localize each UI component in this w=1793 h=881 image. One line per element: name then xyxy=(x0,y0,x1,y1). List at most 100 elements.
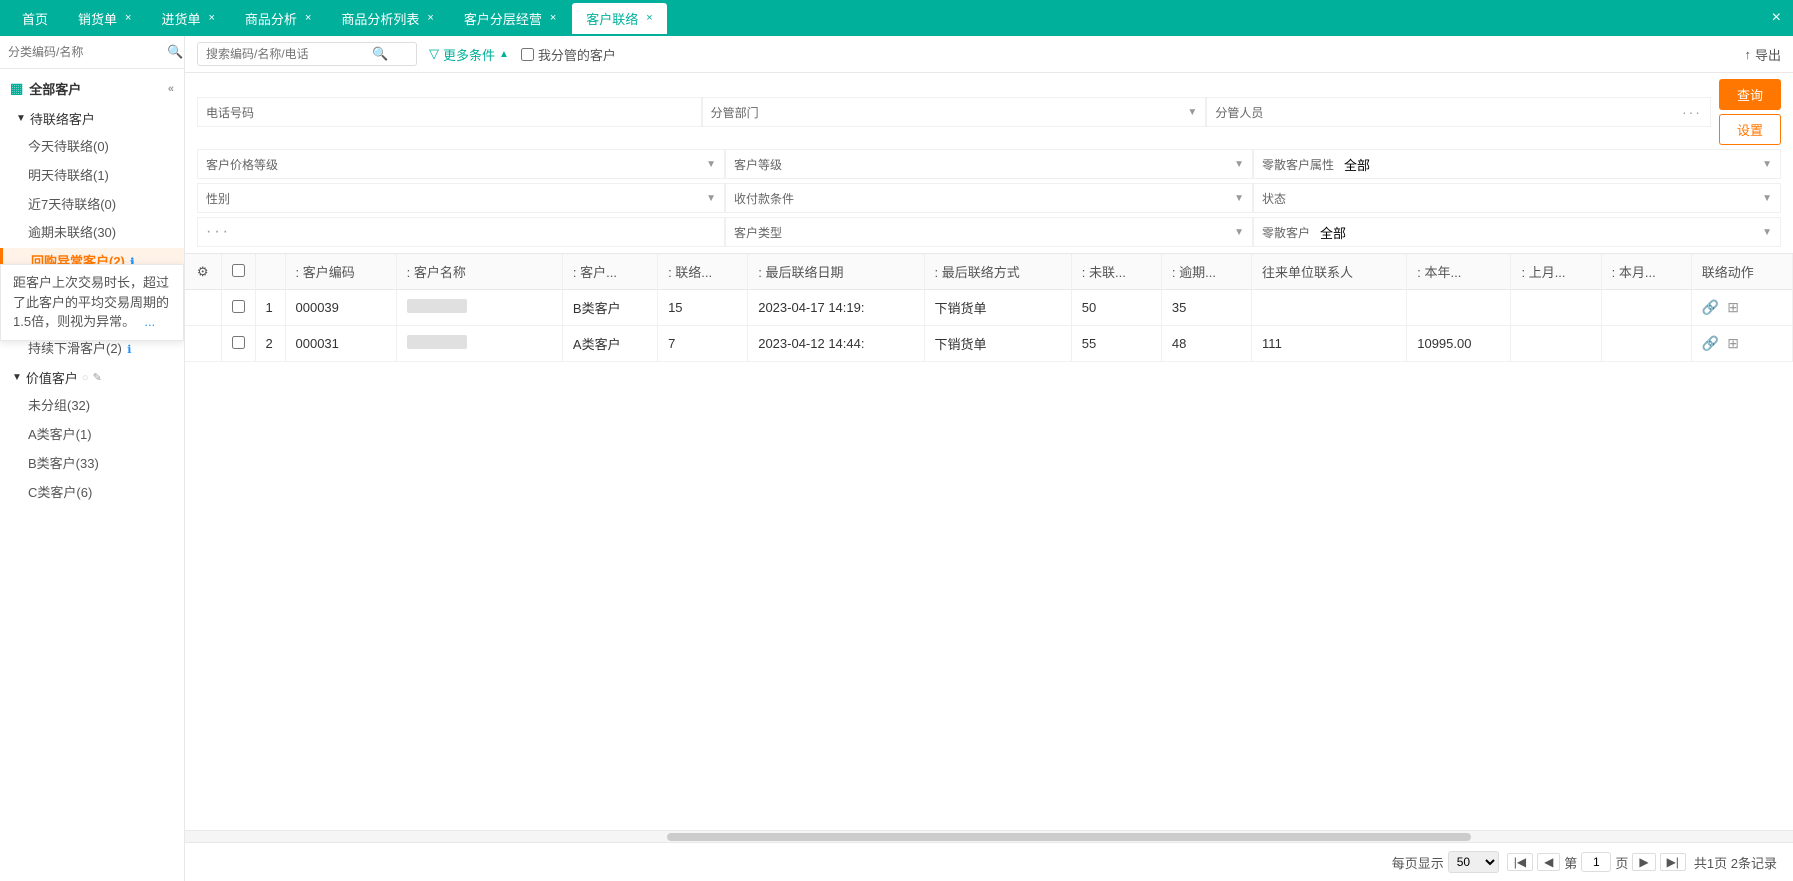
close-customer-segment-tab[interactable]: × xyxy=(550,12,556,24)
all-customers-title[interactable]: ▦ 全部客户 « xyxy=(0,73,184,104)
close-analysis-list-tab[interactable]: × xyxy=(427,12,433,24)
customer-table: ⚙ : 客户编码 : 客户名称 : 客户... xyxy=(185,254,1793,362)
filter-price-level[interactable]: 客户价格等级 ▼ xyxy=(197,149,725,179)
col-settings[interactable]: ⚙ xyxy=(185,254,221,290)
row1-checkbox xyxy=(221,290,255,326)
row2-last-method[interactable]: 下销货单 xyxy=(924,326,1071,362)
close-analysis-tab[interactable]: × xyxy=(305,12,311,24)
col-contacts-from-unit[interactable]: 往来单位联系人 xyxy=(1252,254,1407,290)
row1-last-month xyxy=(1511,290,1601,326)
main-search-icon[interactable]: 🔍 xyxy=(372,46,388,62)
tab-analysis[interactable]: 商品分析 × xyxy=(231,3,325,34)
filter-payment[interactable]: 收付款条件 ▼ xyxy=(725,183,1253,213)
row1-num: 1 xyxy=(255,290,285,326)
col-customer-code[interactable]: : 客户编码 xyxy=(285,254,396,290)
row1-this-year xyxy=(1407,290,1511,326)
row2-type: A类客户 xyxy=(562,326,657,362)
price-level-dropdown-icon: ▼ xyxy=(706,159,716,170)
col-contact[interactable]: : 联络... xyxy=(658,254,748,290)
close-customer-contact-tab[interactable]: × xyxy=(646,12,652,24)
col-this-month[interactable]: : 本月... xyxy=(1601,254,1691,290)
sidebar-item-overdue[interactable]: 逾期未联络(30) xyxy=(0,219,184,248)
row1-link-icon[interactable]: 🔗 xyxy=(1702,299,1719,316)
sidebar-item-7days[interactable]: 近7天待联络(0) xyxy=(0,191,184,220)
arrow-down-icon: ▼ xyxy=(16,113,26,124)
filter-gender[interactable]: 性别 ▼ xyxy=(197,183,725,213)
row2-check[interactable] xyxy=(232,336,245,349)
filter-retail-attr[interactable]: 零散客户属性 全部 ▼ xyxy=(1253,149,1781,179)
tab-customer-contact[interactable]: 客户联络 × xyxy=(572,3,666,34)
scrollbar-thumb[interactable] xyxy=(667,833,1471,841)
my-customers-checkbox[interactable]: 我分管的客户 xyxy=(521,45,616,64)
next-page-button[interactable]: ▶ xyxy=(1632,853,1655,871)
row1-code[interactable]: 000039 xyxy=(285,290,396,326)
row2-action-icons: 🔗 ⊞ xyxy=(1702,335,1782,352)
first-page-button[interactable]: |◀ xyxy=(1507,853,1533,871)
row2-link-icon[interactable]: 🔗 xyxy=(1702,335,1719,352)
table-settings-icon[interactable]: ⚙ xyxy=(197,264,209,279)
row2-code[interactable]: 000031 xyxy=(285,326,396,362)
col-overdue[interactable]: : 逾期... xyxy=(1161,254,1251,290)
page-input[interactable] xyxy=(1581,852,1611,872)
export-button[interactable]: ↑ 导出 xyxy=(1744,45,1781,64)
more-conditions-button[interactable]: ▽ 更多条件 ▲ xyxy=(429,45,509,64)
manager-ellipsis[interactable]: ··· xyxy=(1682,104,1702,120)
col-uncontacted[interactable]: : 未联... xyxy=(1071,254,1161,290)
row1-last-method[interactable]: 下销货单 xyxy=(924,290,1071,326)
row1-check[interactable] xyxy=(232,300,245,313)
col-last-contact-date[interactable]: : 最后联络日期 xyxy=(748,254,924,290)
filter-bar: 🔍 ▽ 更多条件 ▲ 我分管的客户 ↑ 导出 xyxy=(185,36,1793,73)
sidebar-item-a-class[interactable]: A类客户(1) xyxy=(0,421,184,450)
pending-contact-group[interactable]: ▼ 待联络客户 xyxy=(0,104,184,133)
col-customer-type[interactable]: : 客户... xyxy=(562,254,657,290)
row2-checkbox xyxy=(221,326,255,362)
tab-purchase[interactable]: 进货单 × xyxy=(147,3,228,34)
per-page-select[interactable]: 50 100 200 xyxy=(1448,851,1499,873)
filter-status[interactable]: 状态 ▼ xyxy=(1253,183,1781,213)
row1-grid-icon[interactable]: ⊞ xyxy=(1727,299,1739,316)
sidebar-item-today[interactable]: 今天待联络(0) xyxy=(0,133,184,162)
select-all-checkbox[interactable] xyxy=(232,264,245,277)
close-purchase-tab[interactable]: × xyxy=(208,12,214,24)
value-edit-icon[interactable]: ✎ xyxy=(93,371,102,384)
row2-last-date: 2023-04-12 14:44: xyxy=(748,326,924,362)
prev-page-button[interactable]: ◀ xyxy=(1537,853,1560,871)
per-page-control: 每页显示 50 100 200 xyxy=(1392,851,1499,873)
col-customer-name[interactable]: : 客户名称 xyxy=(396,254,562,290)
continue-down-info-icon[interactable]: ℹ xyxy=(127,344,131,356)
my-customers-check[interactable] xyxy=(521,48,534,61)
tab-customer-segment[interactable]: 客户分层经营 × xyxy=(450,3,570,34)
sidebar-item-b-class[interactable]: B类客户(33) xyxy=(0,450,184,479)
sidebar-item-c-class[interactable]: C类客户(6) xyxy=(0,479,184,508)
tooltip-more-icon[interactable]: ... xyxy=(144,314,155,329)
col-last-month[interactable]: : 上月... xyxy=(1511,254,1601,290)
settings-button[interactable]: 设置 xyxy=(1719,114,1781,145)
filter-retail-customer[interactable]: 零散客户 全部 ▼ xyxy=(1253,217,1781,247)
tab-sales[interactable]: 销货单 × xyxy=(64,3,145,34)
filter-customer-level[interactable]: 客户等级 ▼ xyxy=(725,149,1253,179)
sidebar-search-input[interactable] xyxy=(8,45,163,59)
top-navigation: 首页 销货单 × 进货单 × 商品分析 × 商品分析列表 × 客户分层经营 × … xyxy=(0,0,1793,36)
horizontal-scrollbar[interactable] xyxy=(185,830,1793,842)
tab-analysis-list[interactable]: 商品分析列表 × xyxy=(327,3,447,34)
query-button[interactable]: 查询 xyxy=(1719,79,1781,110)
sidebar-item-ungroup[interactable]: 未分组(32) xyxy=(0,392,184,421)
tab-home[interactable]: 首页 xyxy=(8,3,62,34)
close-all-button[interactable]: × xyxy=(1772,9,1781,27)
sidebar-search-icon[interactable]: 🔍 xyxy=(167,44,183,60)
last-page-button[interactable]: ▶| xyxy=(1660,853,1686,871)
value-customers-group[interactable]: ▼ 价值客户 ○ ✎ xyxy=(0,363,184,392)
main-search-input[interactable] xyxy=(206,47,366,61)
row2-grid-icon[interactable]: ⊞ xyxy=(1727,335,1739,352)
sidebar-search-box: 🔍 xyxy=(0,36,184,69)
total-records: 共1页 2条记录 xyxy=(1694,853,1777,872)
col-last-contact-method[interactable]: : 最后联络方式 xyxy=(924,254,1071,290)
row2-overdue: 48 xyxy=(1161,326,1251,362)
col-this-year[interactable]: : 本年... xyxy=(1407,254,1511,290)
filter-dept[interactable]: 分管部门 ▼ xyxy=(702,97,1207,127)
close-sales-tab[interactable]: × xyxy=(125,12,131,24)
sidebar-item-tomorrow[interactable]: 明天待联络(1) xyxy=(0,162,184,191)
collapse-sidebar-button[interactable]: « xyxy=(168,83,174,95)
filter-customer-type[interactable]: 客户类型 ▼ xyxy=(725,217,1253,247)
row1-contacts-unit xyxy=(1252,290,1407,326)
